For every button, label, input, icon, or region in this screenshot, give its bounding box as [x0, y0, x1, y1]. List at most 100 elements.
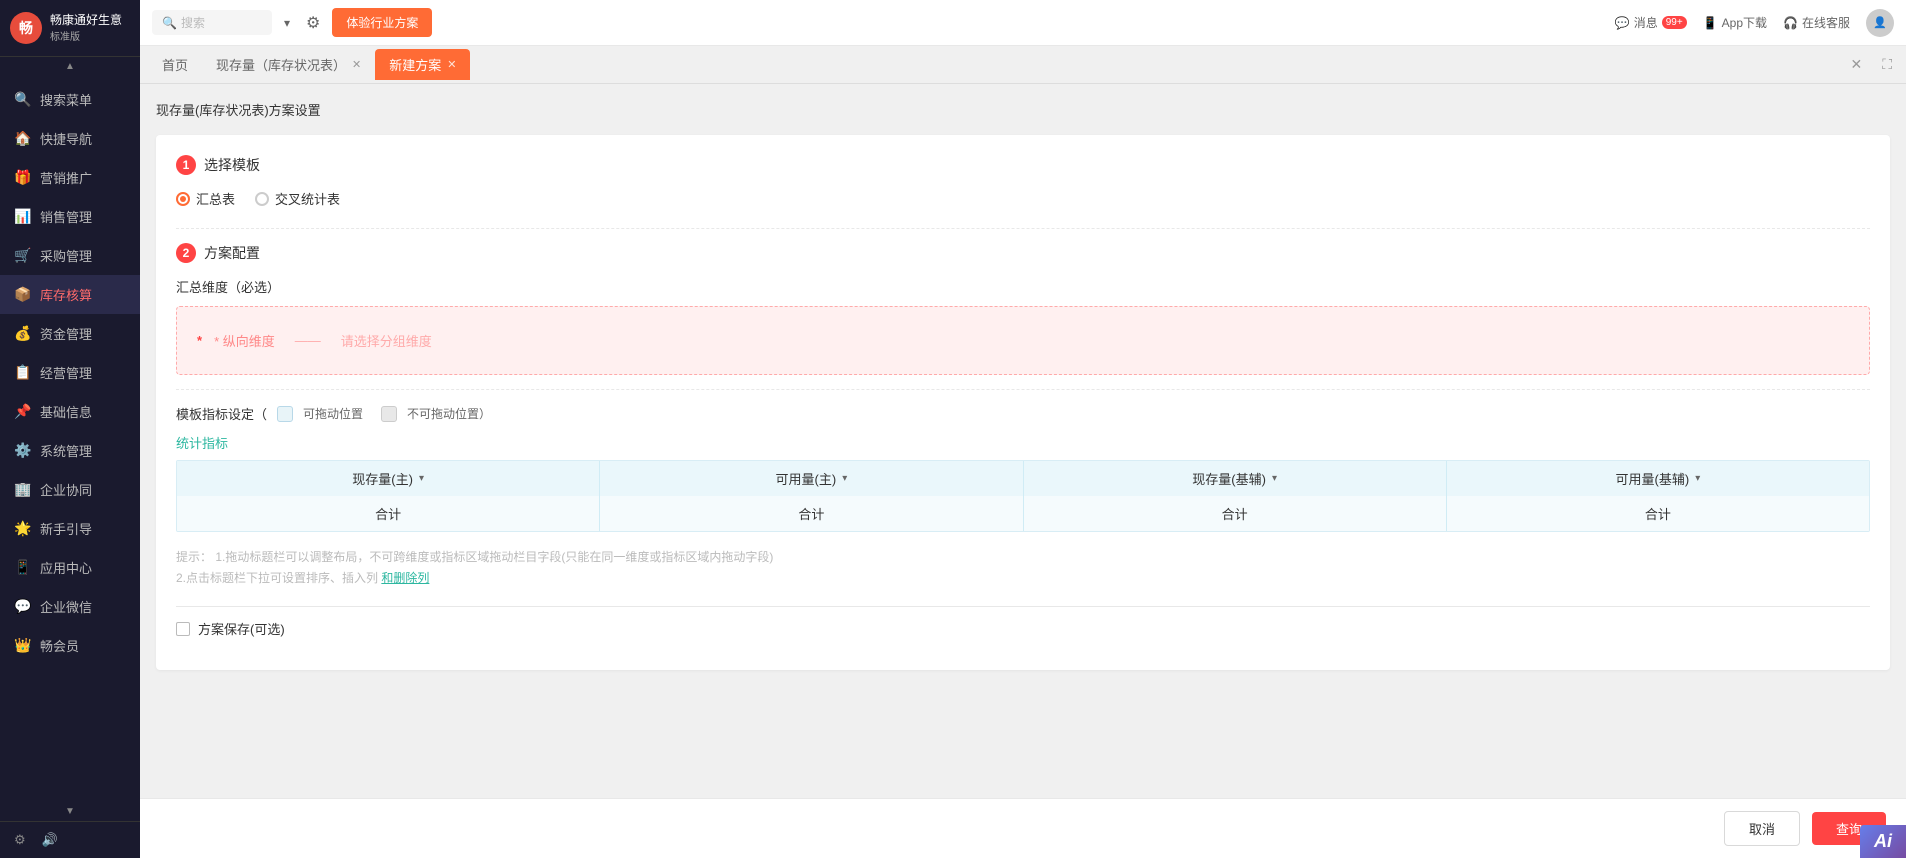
search-icon: 🔍 — [162, 16, 177, 30]
sidebar-item-label: 畅会员 — [40, 636, 79, 655]
sidebar-item-label: 销售管理 — [40, 207, 92, 226]
search-icon: 🔍 — [14, 91, 32, 109]
chevron-down-icon-1: ▾ — [842, 473, 847, 484]
section2-header: 2 方案配置 — [176, 243, 1870, 263]
sidebar-item-member[interactable]: 👑 畅会员 — [0, 626, 140, 665]
sidebar-item-system[interactable]: ⚙️ 系统管理 — [0, 431, 140, 470]
support-icon: 🎧 — [1783, 16, 1798, 30]
stats-col-header-1[interactable]: 可用量(主) ▾ — [600, 461, 1023, 496]
sidebar-item-basic-info[interactable]: 📌 基础信息 — [0, 392, 140, 431]
radio-cross[interactable]: 交叉统计表 — [255, 189, 340, 208]
summary-dim-label: 汇总维度（必选） — [176, 277, 1870, 296]
main-content: 🔍 搜索 ▾ ⚙ 体验行业方案 💬 消息 99+ 📱 App下载 🎧 在线客服 … — [140, 0, 1906, 858]
tab-new-plan-label: 新建方案 — [389, 55, 441, 74]
save-row: 方案保存(可选) — [176, 606, 1870, 650]
sidebar-item-new-guide[interactable]: 🌟 新手引导 — [0, 509, 140, 548]
sidebar-item-inventory[interactable]: 📦 库存核算 — [0, 275, 140, 314]
dim-placeholder[interactable]: 请选择分组维度 — [341, 331, 432, 350]
radio-summary-label: 汇总表 — [196, 189, 235, 208]
sidebar-item-search-menu[interactable]: 🔍 搜索菜单 — [0, 80, 140, 119]
message-icon: 💬 — [1615, 16, 1630, 30]
sidebar-item-label: 基础信息 — [40, 402, 92, 421]
sidebar-item-label: 资金管理 — [40, 324, 92, 343]
trial-button[interactable]: 体验行业方案 — [332, 8, 432, 37]
tip1: 提示： 1.拖动标题栏可以调整布局，不可跨维度或指标区域拖动栏目字段(只能在同一… — [176, 548, 1870, 565]
sidebar-footer: ⚙ 🔊 — [0, 821, 140, 858]
sidebar-scroll-up[interactable]: ▲ — [0, 57, 140, 76]
sidebar-item-operation[interactable]: 📋 经营管理 — [0, 353, 140, 392]
sidebar-item-sales[interactable]: 📊 销售管理 — [0, 197, 140, 236]
draggable-tag — [277, 406, 293, 422]
app-download-btn[interactable]: 📱 App下载 — [1703, 14, 1767, 31]
tab-home[interactable]: 首页 — [148, 49, 202, 80]
messages-badge: 99+ — [1662, 16, 1687, 29]
tab-home-label: 首页 — [162, 55, 188, 74]
section1-header: 1 选择模板 — [176, 155, 1870, 175]
cart-icon: 🛒 — [14, 247, 32, 265]
page-title: 现存量(库存状况表)方案设置 — [156, 100, 1890, 119]
radio-summary[interactable]: 汇总表 — [176, 189, 235, 208]
stats-col-header-0[interactable]: 现存量(主) ▾ — [177, 461, 600, 496]
sound-icon[interactable]: 🔊 — [42, 832, 58, 848]
sidebar-item-label: 采购管理 — [40, 246, 92, 265]
app-name: 畅康通好生意 — [50, 13, 122, 29]
sidebar-item-finance[interactable]: 💰 资金管理 — [0, 314, 140, 353]
topbar-search[interactable]: 🔍 搜索 — [152, 10, 272, 35]
radio-cross-dot — [255, 192, 269, 206]
sidebar-item-label: 经营管理 — [40, 363, 92, 382]
content-area: 现存量(库存状况表)方案设置 1 选择模板 汇总表 交叉统计表 — [140, 84, 1906, 798]
section-template: 1 选择模板 汇总表 交叉统计表 — [176, 155, 1870, 208]
sidebar-item-enterprise[interactable]: 🏢 企业协同 — [0, 470, 140, 509]
online-support-label: 在线客服 — [1802, 14, 1850, 31]
stats-col-body-3: 合计 — [1447, 496, 1869, 531]
sidebar-item-label: 搜索菜单 — [40, 90, 92, 109]
expand-window-btn[interactable]: ⛶ — [1876, 54, 1898, 75]
sidebar-item-quick-nav[interactable]: 🏠 快捷导航 — [0, 119, 140, 158]
chevron-down-icon-3: ▾ — [1695, 473, 1700, 484]
cancel-button[interactable]: 取消 — [1724, 811, 1800, 846]
divider2 — [176, 389, 1870, 390]
stats-col-header-2[interactable]: 现存量(基辅) ▾ — [1024, 461, 1447, 496]
tab-new-plan-close[interactable]: ✕ — [447, 58, 456, 71]
online-support-btn[interactable]: 🎧 在线客服 — [1783, 14, 1850, 31]
sidebar-item-app-center[interactable]: 📱 应用中心 — [0, 548, 140, 587]
save-checkbox[interactable] — [176, 622, 190, 636]
gift-icon: 🎁 — [14, 169, 32, 187]
sidebar-item-label: 营销推广 — [40, 168, 92, 187]
tab-inventory-status[interactable]: 现存量（库存状况表） ✕ — [202, 49, 375, 80]
sidebar-item-enterprise-wx[interactable]: 💬 企业微信 — [0, 587, 140, 626]
user-avatar[interactable]: 👤 — [1866, 9, 1894, 37]
ai-badge: Ai — [1860, 825, 1906, 858]
clipboard-icon: 📋 — [14, 364, 32, 382]
tip2-link[interactable]: 和删除列 — [381, 571, 429, 585]
topbar: 🔍 搜索 ▾ ⚙ 体验行业方案 💬 消息 99+ 📱 App下载 🎧 在线客服 … — [140, 0, 1906, 46]
sidebar-item-purchase[interactable]: 🛒 采购管理 — [0, 236, 140, 275]
close-window-btn[interactable]: ✕ — [1844, 54, 1868, 75]
tab-inventory-close[interactable]: ✕ — [352, 58, 361, 71]
tip1-text: 1.拖动标题栏可以调整布局，不可跨维度或指标区域拖动栏目字段(只能在同一维度或指… — [215, 550, 773, 564]
sidebar-scroll-down[interactable]: ▼ — [0, 802, 140, 821]
topbar-dropdown[interactable]: ▾ — [280, 12, 294, 34]
tab-new-plan[interactable]: 新建方案 ✕ — [375, 49, 470, 80]
box-icon: 📦 — [14, 286, 32, 304]
chevron-down-icon-0: ▾ — [419, 473, 424, 484]
indicator-tag2-label: 不可拖动位置） — [407, 405, 491, 422]
chevron-down-icon-2: ▾ — [1272, 473, 1277, 484]
star-icon: 🌟 — [14, 520, 32, 538]
download-icon: 📱 — [1703, 16, 1718, 30]
logo-icon: 畅 — [10, 12, 42, 44]
sidebar-item-marketing[interactable]: 🎁 营销推广 — [0, 158, 140, 197]
stats-col-header-3[interactable]: 可用量(基辅) ▾ — [1447, 461, 1869, 496]
settings-icon[interactable]: ⚙ — [14, 832, 26, 848]
sidebar-item-label: 应用中心 — [40, 558, 92, 577]
chat-icon: 💬 — [14, 598, 32, 616]
section1-title: 选择模板 — [204, 155, 260, 175]
dim-field-label: * 纵向维度 — [214, 331, 275, 350]
crown-icon: 👑 — [14, 637, 32, 655]
topbar-settings-icon[interactable]: ⚙ — [302, 9, 324, 37]
tab-inventory-label: 现存量（库存状况表） — [216, 55, 346, 74]
stats-col-label-0: 现存量(主) — [352, 469, 413, 488]
settings-panel: 1 选择模板 汇总表 交叉统计表 2 — [156, 135, 1890, 670]
messages-btn[interactable]: 💬 消息 99+ — [1615, 14, 1687, 31]
radio-cross-label: 交叉统计表 — [275, 189, 340, 208]
